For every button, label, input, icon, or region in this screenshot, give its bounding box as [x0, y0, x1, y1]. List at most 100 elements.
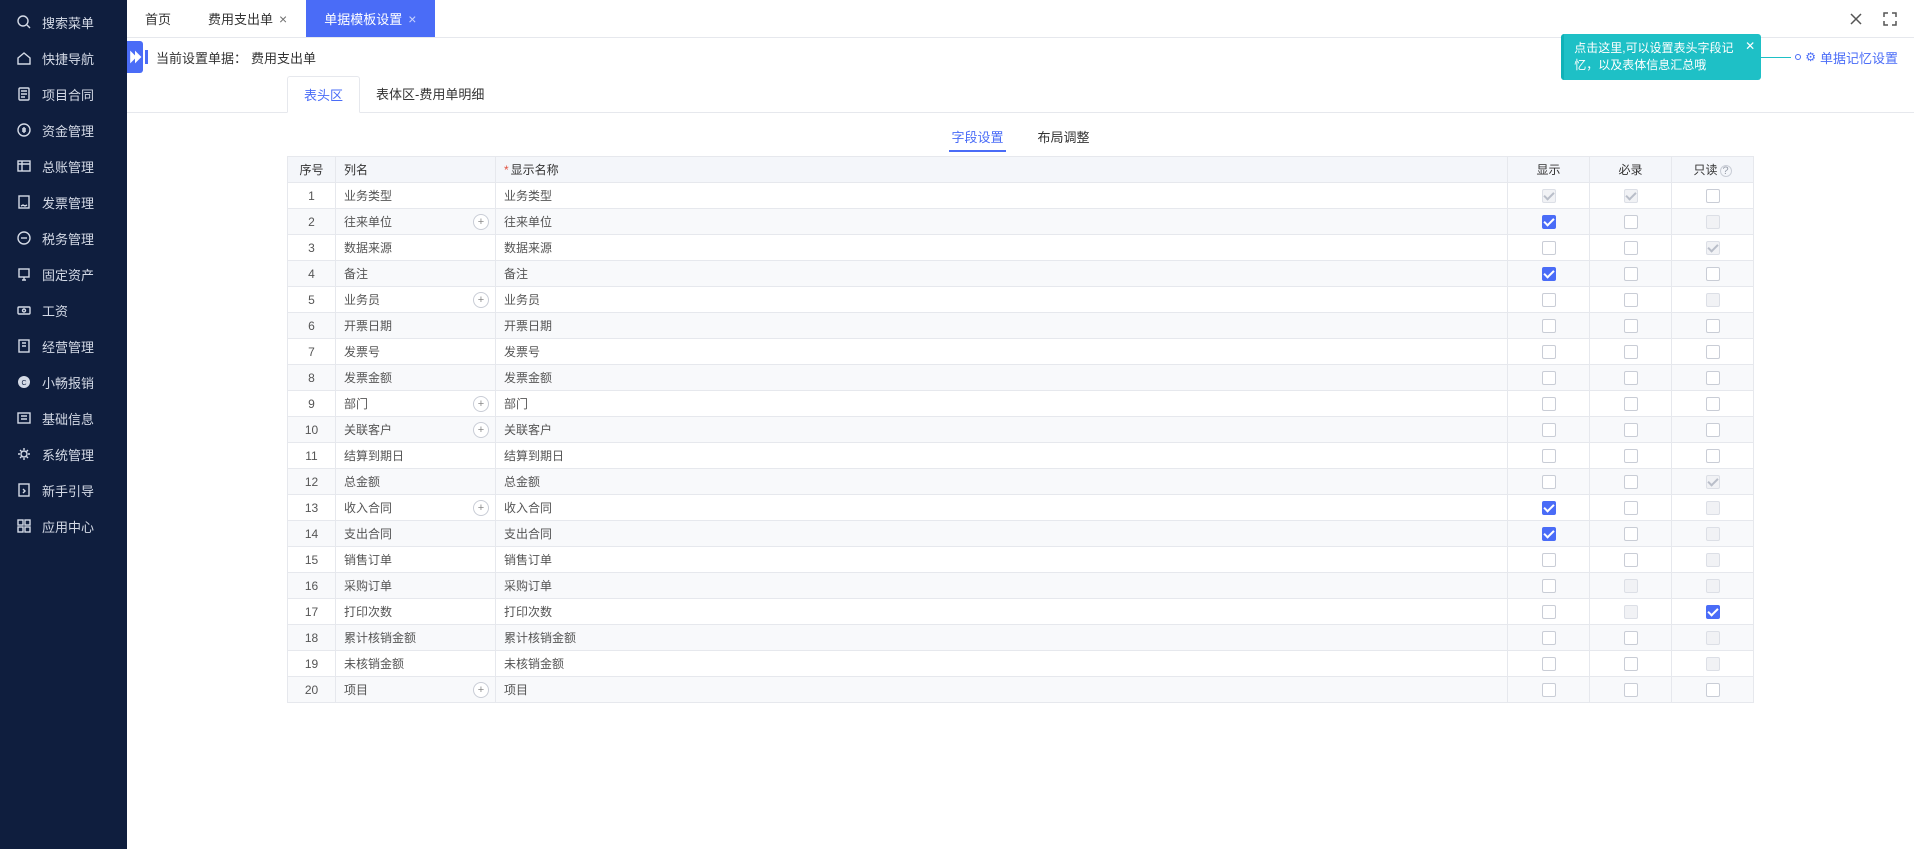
sidebar-item-system[interactable]: 系统管理	[0, 436, 127, 472]
memory-settings-link[interactable]: ⚙ 单据记忆设置	[1791, 48, 1914, 67]
cell-display[interactable]: 业务员	[496, 287, 1508, 313]
sidebar-item-apps[interactable]: 应用中心	[0, 508, 127, 544]
tab-1[interactable]: 费用支出单×	[190, 0, 306, 37]
cell-display[interactable]: 累计核销金额	[496, 625, 1508, 651]
checkbox[interactable]	[1624, 241, 1638, 255]
cell-display[interactable]: 发票号	[496, 339, 1508, 365]
checkbox[interactable]	[1624, 215, 1638, 229]
sidebar-item-salary[interactable]: 工资	[0, 292, 127, 328]
checkbox[interactable]	[1542, 241, 1556, 255]
checkbox[interactable]	[1624, 397, 1638, 411]
checkbox[interactable]	[1706, 449, 1720, 463]
checkbox[interactable]	[1542, 397, 1556, 411]
sidebar-item-asset[interactable]: 固定资产	[0, 256, 127, 292]
config-tab-0[interactable]: 字段设置	[949, 123, 1005, 152]
checkbox[interactable]	[1624, 631, 1638, 645]
sidebar-item-contract[interactable]: 项目合同	[0, 76, 127, 112]
checkbox[interactable]	[1542, 449, 1556, 463]
checkbox[interactable]	[1624, 423, 1638, 437]
checkbox[interactable]	[1624, 475, 1638, 489]
cell-display[interactable]: 往来单位	[496, 209, 1508, 235]
add-icon[interactable]: +	[473, 682, 489, 698]
checkbox[interactable]	[1624, 319, 1638, 333]
sidebar-item-invoice[interactable]: 发票管理	[0, 184, 127, 220]
checkbox[interactable]	[1542, 267, 1556, 281]
cell-display[interactable]: 支出合同	[496, 521, 1508, 547]
area-tab-0[interactable]: 表头区	[287, 76, 360, 113]
checkbox[interactable]	[1706, 605, 1720, 619]
cell-display[interactable]: 总金额	[496, 469, 1508, 495]
checkbox[interactable]	[1542, 683, 1556, 697]
help-icon[interactable]: ?	[1720, 165, 1732, 177]
checkbox[interactable]	[1624, 345, 1638, 359]
checkbox[interactable]	[1706, 397, 1720, 411]
checkbox[interactable]	[1624, 371, 1638, 385]
checkbox[interactable]	[1542, 293, 1556, 307]
checkbox[interactable]	[1542, 657, 1556, 671]
cell-display[interactable]: 备注	[496, 261, 1508, 287]
tab-0[interactable]: 首页	[127, 0, 190, 37]
cell-display[interactable]: 部门	[496, 391, 1508, 417]
fullscreen-icon[interactable]	[1880, 9, 1900, 29]
checkbox[interactable]	[1706, 423, 1720, 437]
checkbox[interactable]	[1706, 371, 1720, 385]
checkbox[interactable]	[1542, 605, 1556, 619]
close-icon[interactable]: ×	[279, 11, 287, 27]
collapse-toggle[interactable]	[127, 41, 143, 73]
add-icon[interactable]: +	[473, 422, 489, 438]
sidebar-item-guide[interactable]: 新手引导	[0, 472, 127, 508]
sidebar-item-business[interactable]: 经营管理	[0, 328, 127, 364]
checkbox[interactable]	[1706, 319, 1720, 333]
sidebar-item-tax[interactable]: 税务管理	[0, 220, 127, 256]
cell-display[interactable]: 关联客户	[496, 417, 1508, 443]
cell-display[interactable]: 数据来源	[496, 235, 1508, 261]
close-icon[interactable]: ×	[408, 11, 416, 27]
close-all-icon[interactable]	[1846, 9, 1866, 29]
checkbox[interactable]	[1706, 267, 1720, 281]
sidebar-item-info[interactable]: 基础信息	[0, 400, 127, 436]
checkbox[interactable]	[1542, 423, 1556, 437]
add-icon[interactable]: +	[473, 396, 489, 412]
cell-display[interactable]: 项目	[496, 677, 1508, 703]
checkbox[interactable]	[1624, 553, 1638, 567]
checkbox[interactable]	[1542, 371, 1556, 385]
add-icon[interactable]: +	[473, 214, 489, 230]
checkbox[interactable]	[1542, 501, 1556, 515]
sidebar-item-money[interactable]: 资金管理	[0, 112, 127, 148]
cell-display[interactable]: 打印次数	[496, 599, 1508, 625]
checkbox[interactable]	[1706, 683, 1720, 697]
cell-display[interactable]: 开票日期	[496, 313, 1508, 339]
checkbox[interactable]	[1542, 527, 1556, 541]
cell-display[interactable]: 业务类型	[496, 183, 1508, 209]
sidebar-item-home[interactable]: 快捷导航	[0, 40, 127, 76]
checkbox[interactable]	[1542, 553, 1556, 567]
checkbox[interactable]	[1624, 657, 1638, 671]
checkbox[interactable]	[1624, 683, 1638, 697]
checkbox[interactable]	[1542, 579, 1556, 593]
checkbox[interactable]	[1706, 189, 1720, 203]
add-icon[interactable]: +	[473, 500, 489, 516]
checkbox[interactable]	[1624, 267, 1638, 281]
checkbox[interactable]	[1624, 527, 1638, 541]
cell-display[interactable]: 发票金额	[496, 365, 1508, 391]
cell-display[interactable]: 销售订单	[496, 547, 1508, 573]
cell-display[interactable]: 结算到期日	[496, 443, 1508, 469]
checkbox[interactable]	[1542, 631, 1556, 645]
checkbox[interactable]	[1542, 475, 1556, 489]
sidebar-item-ledger[interactable]: 总账管理	[0, 148, 127, 184]
checkbox[interactable]	[1542, 215, 1556, 229]
checkbox[interactable]	[1542, 319, 1556, 333]
sidebar-item-search[interactable]: 搜索菜单	[0, 4, 127, 40]
checkbox[interactable]	[1706, 345, 1720, 359]
area-tab-1[interactable]: 表体区-费用单明细	[360, 76, 500, 112]
checkbox[interactable]	[1624, 501, 1638, 515]
cell-display[interactable]: 收入合同	[496, 495, 1508, 521]
add-icon[interactable]: +	[473, 292, 489, 308]
cell-display[interactable]: 未核销金额	[496, 651, 1508, 677]
checkbox[interactable]	[1624, 449, 1638, 463]
checkbox[interactable]	[1624, 293, 1638, 307]
sidebar-item-reimburse[interactable]: C小畅报销	[0, 364, 127, 400]
checkbox[interactable]	[1542, 345, 1556, 359]
cell-display[interactable]: 采购订单	[496, 573, 1508, 599]
tab-2[interactable]: 单据模板设置×	[306, 0, 435, 37]
